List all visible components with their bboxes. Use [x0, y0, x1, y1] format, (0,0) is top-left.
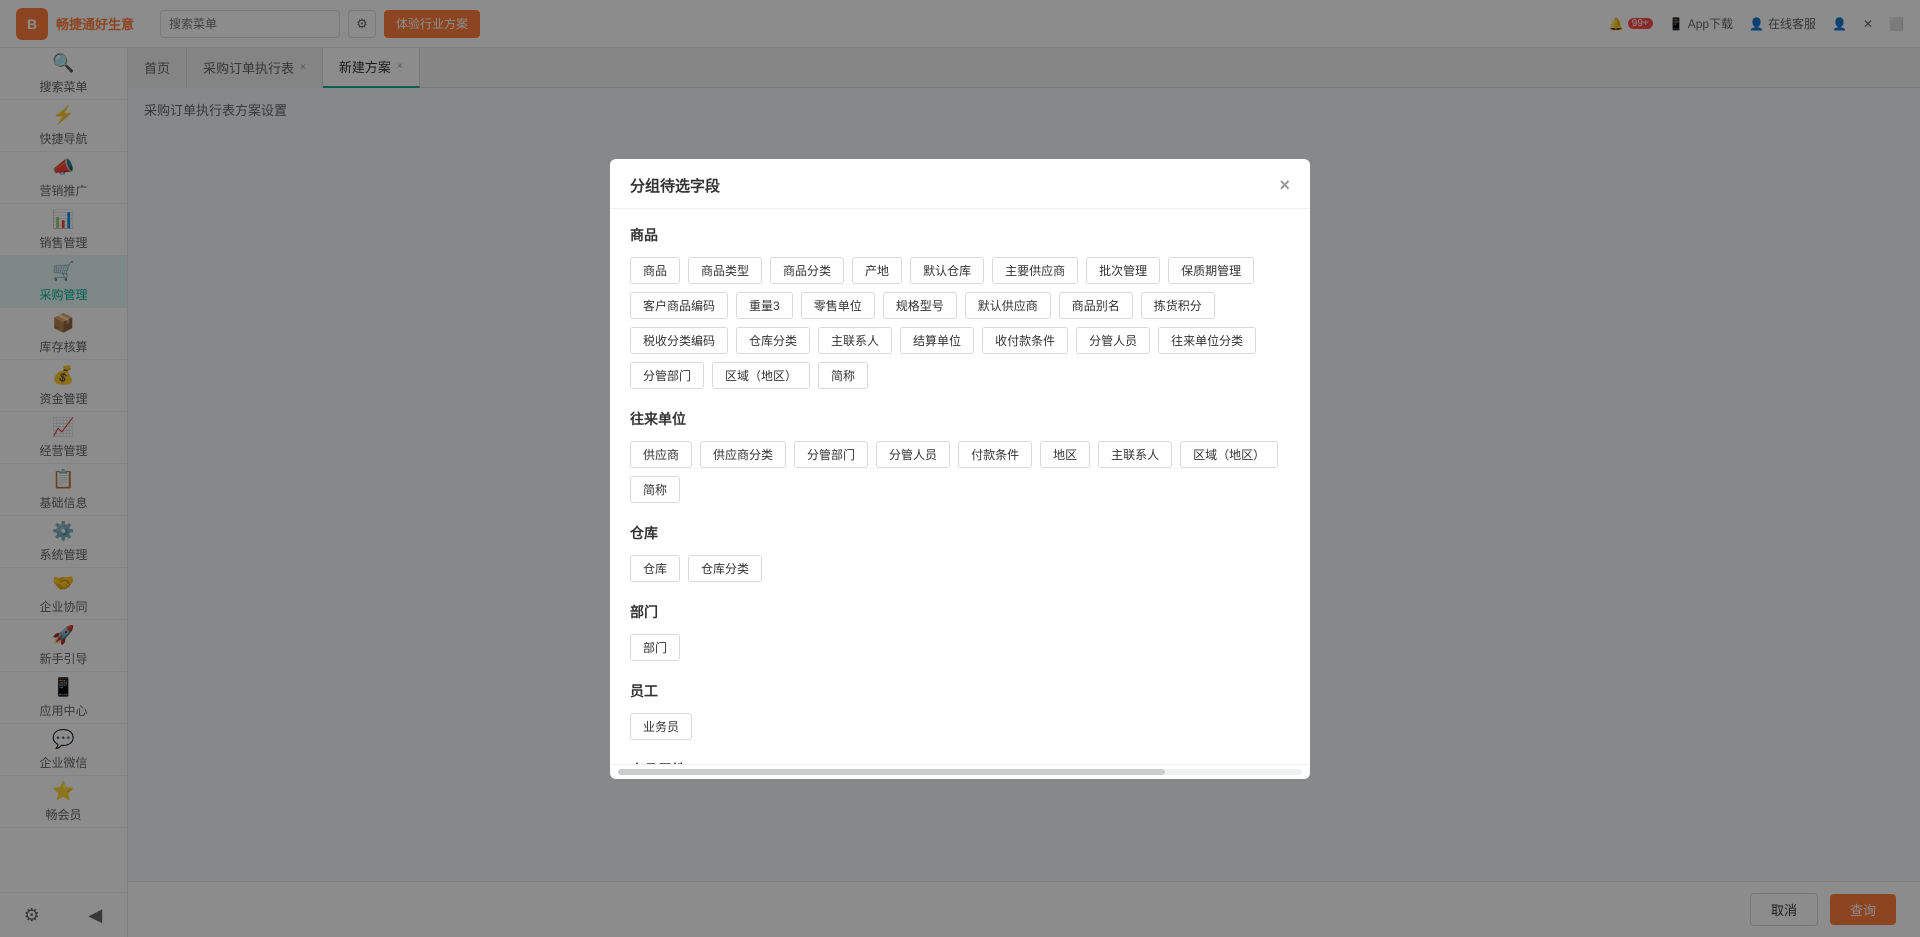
field-grid-employee: 业务员	[630, 713, 1290, 740]
field-salesperson[interactable]: 业务员	[630, 713, 692, 740]
field-warehouse[interactable]: 仓库	[630, 555, 680, 582]
field-short-name[interactable]: 简称	[818, 362, 868, 389]
modal-close-btn[interactable]: ×	[1279, 175, 1290, 196]
field-party-category[interactable]: 往来单位分类	[1158, 327, 1256, 354]
field-pick-points[interactable]: 拣货积分	[1141, 292, 1215, 319]
field-warehouse-cat[interactable]: 仓库分类	[688, 555, 762, 582]
field-manager[interactable]: 分管人员	[1076, 327, 1150, 354]
field-customer-code[interactable]: 客户商品编码	[630, 292, 728, 319]
field-grid-goods: 商品 商品类型 商品分类 产地 默认仓库 主要供应商 批次管理 保质期管理 客户…	[630, 257, 1290, 389]
field-warehouse-category[interactable]: 仓库分类	[736, 327, 810, 354]
field-dept-mgmt2[interactable]: 分管部门	[794, 441, 868, 468]
field-payment-terms[interactable]: 收付款条件	[982, 327, 1068, 354]
field-supplier[interactable]: 供应商	[630, 441, 692, 468]
section-department-title: 部门	[630, 602, 1290, 622]
field-dept-mgmt[interactable]: 分管部门	[630, 362, 704, 389]
field-default-warehouse[interactable]: 默认仓库	[910, 257, 984, 284]
field-main-contact[interactable]: 主联系人	[818, 327, 892, 354]
field-grid-department: 部门	[630, 634, 1290, 661]
field-main-contact2[interactable]: 主联系人	[1098, 441, 1172, 468]
field-manager2[interactable]: 分管人员	[876, 441, 950, 468]
field-tax-code[interactable]: 税收分类编码	[630, 327, 728, 354]
section-goods-title: 商品	[630, 225, 1290, 245]
modal-overlay: 分组待选字段 × 商品 商品 商品类型 商品分类 产地 默认仓库 主要供应商 批…	[0, 0, 1920, 937]
field-goods[interactable]: 商品	[630, 257, 680, 284]
modal-header: 分组待选字段 ×	[610, 159, 1310, 209]
field-area[interactable]: 地区	[1040, 441, 1090, 468]
section-counterpart-title: 往来单位	[630, 409, 1290, 429]
section-warehouse-title: 仓库	[630, 523, 1290, 543]
field-weight3[interactable]: 重量3	[736, 292, 793, 319]
field-grid-warehouse: 仓库 仓库分类	[630, 555, 1290, 582]
field-payment-terms2[interactable]: 付款条件	[958, 441, 1032, 468]
field-goods-alias[interactable]: 商品别名	[1059, 292, 1133, 319]
field-region2[interactable]: 区域（地区）	[1180, 441, 1278, 468]
field-grid-counterpart: 供应商 供应商分类 分管部门 分管人员 付款条件 地区 主联系人 区域（地区） …	[630, 441, 1290, 503]
field-region[interactable]: 区域（地区）	[712, 362, 810, 389]
field-main-supplier[interactable]: 主要供应商	[992, 257, 1078, 284]
section-employee-title: 员工	[630, 681, 1290, 701]
field-spec-model[interactable]: 规格型号	[883, 292, 957, 319]
field-goods-type[interactable]: 商品类型	[688, 257, 762, 284]
field-goods-category[interactable]: 商品分类	[770, 257, 844, 284]
field-department[interactable]: 部门	[630, 634, 680, 661]
field-default-supplier[interactable]: 默认供应商	[965, 292, 1051, 319]
field-batch-mgmt[interactable]: 批次管理	[1086, 257, 1160, 284]
modal-body: 商品 商品 商品类型 商品分类 产地 默认仓库 主要供应商 批次管理 保质期管理…	[610, 209, 1310, 764]
field-retail-unit[interactable]: 零售单位	[801, 292, 875, 319]
field-short-name2[interactable]: 简称	[630, 476, 680, 503]
field-settlement-unit[interactable]: 结算单位	[900, 327, 974, 354]
field-shelf-life[interactable]: 保质期管理	[1168, 257, 1254, 284]
field-selection-modal: 分组待选字段 × 商品 商品 商品类型 商品分类 产地 默认仓库 主要供应商 批…	[610, 159, 1310, 779]
modal-title: 分组待选字段	[630, 175, 720, 196]
field-origin[interactable]: 产地	[852, 257, 902, 284]
field-supplier-category[interactable]: 供应商分类	[700, 441, 786, 468]
